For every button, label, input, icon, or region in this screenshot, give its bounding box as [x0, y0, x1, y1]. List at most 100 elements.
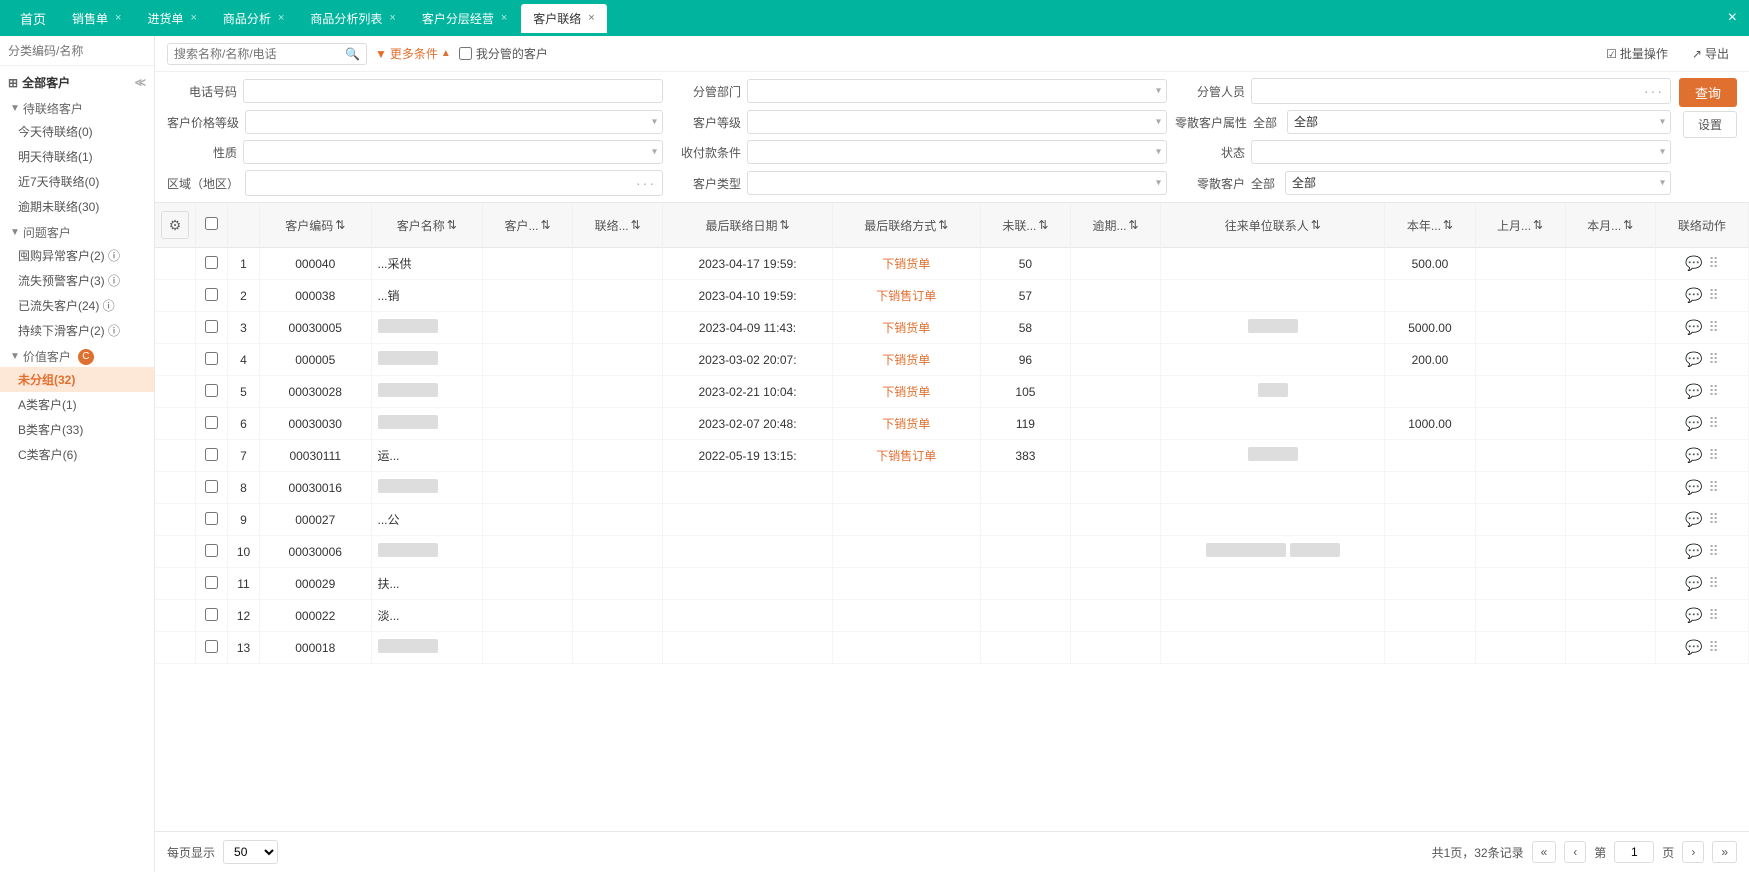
col-contact[interactable]: 联络... ⇅ [573, 203, 663, 248]
collapse-sidebar-icon[interactable]: ≪ [134, 76, 146, 89]
cell-last-contact-type[interactable]: 下销货单 [832, 344, 980, 376]
close-analysis-tab[interactable]: × [278, 12, 284, 24]
nav-sales[interactable]: 销售单 × [60, 4, 133, 33]
row-checkbox[interactable] [205, 608, 218, 621]
nav-customer-contact[interactable]: 客户联络 × [521, 4, 606, 33]
phone-input[interactable] [243, 79, 663, 103]
last-page-btn[interactable]: » [1712, 841, 1737, 863]
more-action-icon[interactable]: ⠿ [1708, 543, 1718, 560]
col-settings[interactable]: ⚙ [155, 203, 196, 248]
row-checkbox[interactable] [205, 352, 218, 365]
select-all-checkbox[interactable] [205, 217, 218, 230]
contact-icon[interactable]: 💬 [1685, 351, 1702, 368]
cell-last-contact-type[interactable] [832, 504, 980, 536]
reset-button[interactable]: 设置 [1683, 111, 1737, 138]
more-action-icon[interactable]: ⠿ [1708, 479, 1718, 496]
sidebar-item-ungrouped[interactable]: 未分组(32) [0, 367, 154, 392]
batch-ops-btn[interactable]: ☑ 批量操作 [1598, 42, 1676, 65]
row-checkbox[interactable] [205, 480, 218, 493]
row-checkbox[interactable] [205, 384, 218, 397]
row-checkbox[interactable] [205, 576, 218, 589]
my-customers-check[interactable] [459, 47, 472, 60]
more-conditions-btn[interactable]: ▼ 更多条件 ▲ [375, 45, 451, 62]
payment-select[interactable] [747, 140, 1167, 164]
more-action-icon[interactable]: ⠿ [1708, 287, 1718, 304]
row-checkbox[interactable] [205, 448, 218, 461]
sidebar-item-declining[interactable]: 持续下滑客户(2) ⓘ [0, 318, 154, 343]
row-checkbox[interactable] [205, 544, 218, 557]
row-checkbox[interactable] [205, 416, 218, 429]
contact-icon[interactable]: 💬 [1685, 415, 1702, 432]
close-customer-tier-tab[interactable]: × [501, 12, 507, 24]
settings-icon[interactable]: ⚙ [161, 211, 189, 239]
sidebar-item-tomorrow[interactable]: 明天待联络(1) [0, 144, 154, 169]
row-checkbox[interactable] [205, 256, 218, 269]
customer-tier-select[interactable] [747, 110, 1167, 134]
sidebar-item-hoarding[interactable]: 囤购异常客户(2) ⓘ [0, 243, 154, 268]
query-button[interactable]: 查询 [1679, 78, 1737, 107]
search-input[interactable] [174, 47, 341, 61]
nature-select[interactable] [243, 140, 663, 164]
cell-last-contact-type[interactable]: 下销售订单 [832, 280, 980, 312]
retail-attr-select[interactable]: 全部 [1287, 110, 1671, 134]
pending-contact-group[interactable]: ▼ 待联络客户 [0, 95, 154, 119]
my-customers-checkbox[interactable]: 我分管的客户 [459, 45, 548, 62]
more-action-icon[interactable]: ⠿ [1708, 415, 1718, 432]
next-page-btn[interactable]: › [1682, 841, 1704, 863]
close-purchase-tab[interactable]: × [190, 12, 196, 24]
col-type[interactable]: 客户... ⇅ [483, 203, 573, 248]
close-sales-tab[interactable]: × [115, 12, 121, 24]
cell-last-contact-type[interactable] [832, 632, 980, 664]
col-trade-contact[interactable]: 往来单位联系人 ⇅ [1161, 203, 1385, 248]
more-action-icon[interactable]: ⠿ [1708, 447, 1718, 464]
sidebar-item-churned[interactable]: 已流失客户(24) ⓘ [0, 293, 154, 318]
sidebar-item-churn-warning[interactable]: 流失预警客户(3) ⓘ [0, 268, 154, 293]
contact-icon[interactable]: 💬 [1685, 287, 1702, 304]
contact-icon[interactable]: 💬 [1685, 479, 1702, 496]
col-last-month[interactable]: 上月... ⇅ [1475, 203, 1565, 248]
cell-last-contact-type[interactable] [832, 472, 980, 504]
more-action-icon[interactable]: ⠿ [1708, 351, 1718, 368]
contact-icon[interactable]: 💬 [1685, 511, 1702, 528]
window-close-button[interactable]: × [1724, 5, 1741, 31]
col-uncontacted[interactable]: 未联... ⇅ [980, 203, 1070, 248]
row-checkbox[interactable] [205, 640, 218, 653]
contact-icon[interactable]: 💬 [1685, 543, 1702, 560]
sidebar-item-today[interactable]: 今天待联络(0) [0, 119, 154, 144]
more-action-icon[interactable]: ⠿ [1708, 383, 1718, 400]
contact-icon[interactable]: 💬 [1685, 607, 1702, 624]
col-code[interactable]: 客户编码 ⇅ [260, 203, 372, 248]
col-this-year[interactable]: 本年... ⇅ [1385, 203, 1475, 248]
nav-customer-tier[interactable]: 客户分层经营 × [410, 4, 519, 33]
nav-purchase[interactable]: 进货单 × [135, 4, 208, 33]
manager-dots[interactable]: ··· [1644, 83, 1664, 99]
page-number-input[interactable] [1614, 841, 1654, 863]
more-action-icon[interactable]: ⠿ [1708, 255, 1718, 272]
sidebar-item-overdue[interactable]: 逾期未联络(30) [0, 194, 154, 219]
col-this-month[interactable]: 本月... ⇅ [1565, 203, 1655, 248]
all-customers-header[interactable]: ⊞ 全部客户 ≪ [0, 66, 154, 95]
cell-last-contact-type[interactable]: 下销货单 [832, 248, 980, 280]
dept-select[interactable] [747, 79, 1167, 103]
contact-icon[interactable]: 💬 [1685, 639, 1702, 656]
contact-icon[interactable]: 💬 [1685, 255, 1702, 272]
row-checkbox[interactable] [205, 512, 218, 525]
more-action-icon[interactable]: ⠿ [1708, 639, 1718, 656]
cell-last-contact-type[interactable]: 下销货单 [832, 312, 980, 344]
contact-icon[interactable]: 💬 [1685, 447, 1702, 464]
sidebar-item-class-c[interactable]: C类客户(6) [0, 442, 154, 467]
cell-last-contact-type[interactable]: 下销货单 [832, 376, 980, 408]
cell-last-contact-type[interactable] [832, 600, 980, 632]
more-action-icon[interactable]: ⠿ [1708, 607, 1718, 624]
nav-analysis[interactable]: 商品分析 × [211, 4, 296, 33]
value-customers-group[interactable]: ▼ 价值客户 C [0, 343, 154, 367]
contact-icon[interactable]: 💬 [1685, 383, 1702, 400]
sidebar-search-input[interactable] [8, 44, 155, 58]
cell-last-contact-type[interactable]: 下销售订单 [832, 440, 980, 472]
cell-last-contact-type[interactable] [832, 568, 980, 600]
price-tier-select[interactable] [245, 110, 663, 134]
problem-customers-group[interactable]: ▼ 问题客户 [0, 219, 154, 243]
sidebar-item-class-a[interactable]: A类客户(1) [0, 392, 154, 417]
export-btn[interactable]: ↗ 导出 [1684, 42, 1737, 65]
sidebar-item-7days[interactable]: 近7天待联络(0) [0, 169, 154, 194]
